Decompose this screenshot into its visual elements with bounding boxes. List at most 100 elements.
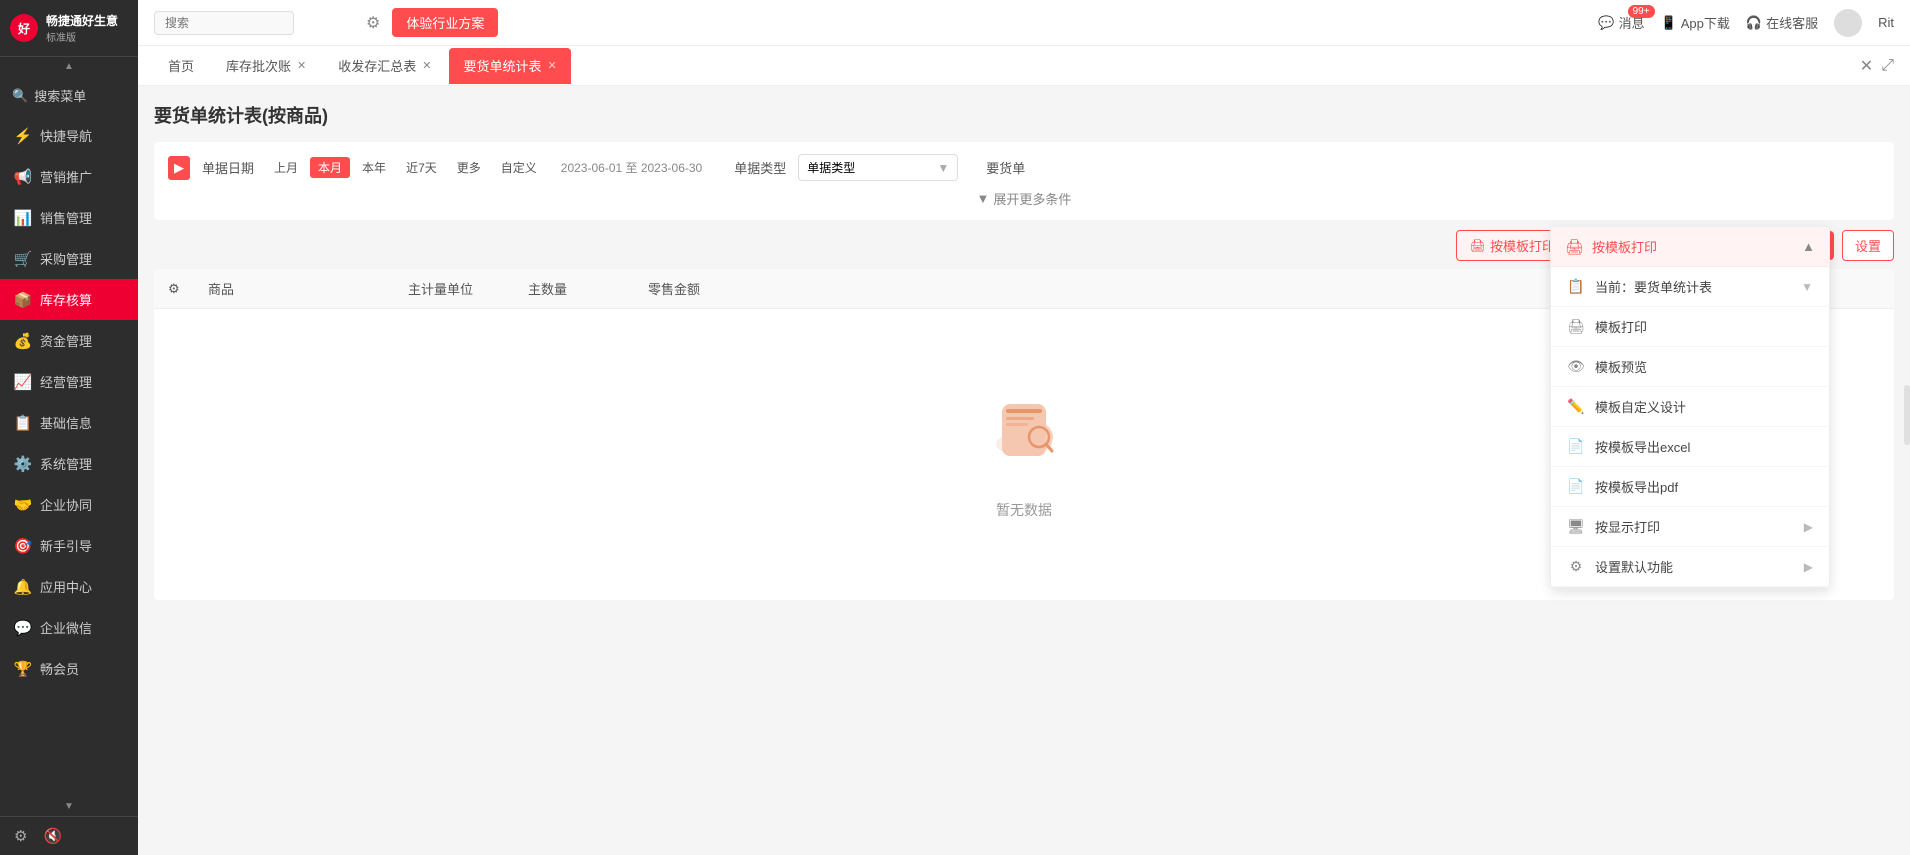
table-header-goods: 商品 — [208, 279, 408, 298]
app-logo: 好 畅捷通好生意 标准版 — [10, 12, 128, 44]
footer-mute-icon[interactable]: 🔇 — [43, 827, 62, 845]
online-service-button[interactable]: 🎧 在线客服 — [1746, 13, 1818, 32]
dropdown-icon-default-func: ⚙ — [1567, 558, 1585, 575]
dropdown-icon-export-pdf: 📄 — [1567, 478, 1585, 495]
sidebar-item-sales[interactable]: 📊销售管理 — [0, 197, 138, 238]
nav-icon-system: ⚙️ — [14, 455, 32, 473]
sidebar-item-purchase[interactable]: 🛒 采购管理 — [0, 238, 138, 279]
dropdown-label-template-print: 模板打印 — [1595, 317, 1813, 336]
sidebar-item-finance[interactable]: 💰资金管理 — [0, 320, 138, 361]
nav-label-wechat: 企业微信 — [40, 618, 92, 637]
tab-bar: 首页库存批次账✕收发存汇总表✕要货单统计表✕ ✕ ⤢ — [138, 46, 1910, 86]
nav-icon-collab: 🤝 — [14, 496, 32, 514]
date-btn-last-7[interactable]: 近7天 — [398, 157, 445, 178]
date-btn-custom[interactable]: 自定义 — [493, 157, 545, 178]
nav-label-operations: 经营管理 — [40, 372, 92, 391]
expand-filter-button[interactable]: ▼ 展开更多条件 — [977, 189, 1072, 208]
dropdown-item-template-print[interactable]: 🖨 模板打印 — [1551, 307, 1829, 347]
order-type-select[interactable]: 单据类型 ▼ — [798, 154, 958, 181]
topbar-right: 💬 消息 99+ 📱 App下载 🎧 在线客服 Rit — [1598, 9, 1894, 37]
right-scrollbar[interactable] — [1904, 385, 1910, 445]
date-btn-last-month[interactable]: 上月 — [266, 157, 306, 178]
sidebar-scroll-down[interactable]: ▼ — [0, 797, 138, 816]
sidebar-item-quick-nav[interactable]: ⚡ 快捷导航 — [0, 115, 138, 156]
sidebar-item-collab[interactable]: 🤝 企业协同 — [0, 484, 138, 525]
tab-close-inventory-batch[interactable]: ✕ — [297, 59, 306, 72]
tabs-end: ✕ ⤢ — [1860, 56, 1894, 76]
dropdown-item-template-preview[interactable]: 👁 模板预览 — [1551, 347, 1829, 387]
date-btn-this-month[interactable]: 本月 — [310, 157, 350, 178]
user-avatar[interactable] — [1834, 9, 1862, 37]
dropdown-label-template-preview: 模板预览 — [1595, 357, 1813, 376]
sidebar-item-wechat[interactable]: 💬企业微信 — [0, 607, 138, 648]
nav-icon-purchase: 🛒 — [14, 250, 32, 268]
sidebar-item-marketing[interactable]: 📢 营销推广 — [0, 156, 138, 197]
sidebar-item-guide[interactable]: 🎯新手引导 — [0, 525, 138, 566]
dropdown-item-export-excel[interactable]: 📄按模板导出excel — [1551, 427, 1829, 467]
close-tab-button[interactable]: ✕ — [1860, 56, 1873, 76]
sidebar-item-inventory[interactable]: 📦库存核算 — [0, 279, 138, 320]
tab-close-order-stats[interactable]: ✕ — [548, 59, 557, 72]
dropdown-item-display-print[interactable]: 🖥按显示打印▶ — [1551, 507, 1829, 547]
order-type-value: 单据类型 — [807, 159, 855, 176]
nav-icon-quick-nav: ⚡ — [14, 127, 32, 145]
trial-button[interactable]: 体验行业方案 — [392, 8, 498, 37]
app-download-button[interactable]: 📱 App下载 — [1661, 13, 1730, 32]
message-badge: 99+ — [1628, 5, 1655, 18]
nav-label-collab: 企业协同 — [40, 495, 92, 514]
dropdown-item-export-pdf[interactable]: 📄 按模板导出pdf — [1551, 467, 1829, 507]
tab-order-stats[interactable]: 要货单统计表✕ — [449, 48, 570, 84]
dropdown-title-block: 🖨 按模板打印 — [1565, 237, 1657, 256]
sidebar-item-operations[interactable]: 📈经营管理 — [0, 361, 138, 402]
search-input[interactable] — [154, 11, 294, 35]
filter-toggle-btn[interactable]: ▶ — [168, 156, 190, 180]
current-arrow-icon: ▼ — [1801, 280, 1813, 294]
dropdown-item-template-design[interactable]: ✏️模板自定义设计 — [1551, 387, 1829, 427]
nav-label-system: 系统管理 — [40, 454, 92, 473]
filter-bar: ▶ 单据日期 上月本月本年近7天更多自定义 2023-06-01 至 2023-… — [154, 142, 1894, 220]
sidebar-item-appstore[interactable]: 🔔应用中心 — [0, 566, 138, 607]
dropdown-title: 按模板打印 — [1592, 237, 1657, 256]
nav-label-marketing: 营销推广 — [40, 167, 92, 186]
sidebar-scroll-up[interactable]: ▲ — [0, 57, 138, 76]
sidebar-search[interactable]: 🔍 搜索菜单 — [0, 76, 138, 115]
settings-icon[interactable]: ⚙ — [366, 13, 380, 33]
date-btn-more[interactable]: 更多 — [449, 157, 489, 178]
table-header-settings: ⚙ — [168, 281, 208, 297]
date-btn-this-year[interactable]: 本年 — [354, 157, 394, 178]
dropdown-icon-template-print: 🖨 — [1567, 318, 1585, 335]
dropdown-arrow-display-print: ▶ — [1804, 520, 1813, 534]
nav-label-quick-nav: 快捷导航 — [40, 126, 92, 145]
current-template-icon: 📋 — [1567, 278, 1585, 295]
dropdown-header: 🖨 按模板打印 ▲ — [1551, 227, 1829, 267]
print-icon: 🖨 — [1469, 238, 1486, 254]
sidebar-item-member[interactable]: 🏆畅会员 — [0, 648, 138, 689]
footer-settings-icon[interactable]: ⚙ — [14, 827, 27, 845]
nav-icon-marketing: 📢 — [14, 168, 32, 186]
dropdown-current-item[interactable]: 📋 当前：要货单统计表 ▼ — [1551, 267, 1829, 307]
tab-recv-summary[interactable]: 收发存汇总表✕ — [324, 48, 445, 84]
dropdown-label-export-pdf: 按模板导出pdf — [1595, 477, 1813, 496]
nav-icon-guide: 🎯 — [14, 537, 32, 555]
dropdown-icon-template-preview: 👁 — [1567, 358, 1585, 375]
nav-label-purchase: 采购管理 — [40, 249, 92, 268]
date-filter-label: 单据日期 — [202, 158, 254, 177]
app-download-icon: 📱 — [1661, 15, 1677, 31]
username-label: Rit — [1878, 15, 1894, 30]
dropdown-item-default-func[interactable]: ⚙设置默认功能▶ — [1551, 547, 1829, 587]
tab-inventory-batch[interactable]: 库存批次账✕ — [212, 48, 320, 84]
topbar-search-container — [154, 11, 354, 35]
tab-home[interactable]: 首页 — [154, 48, 208, 84]
sidebar-header: 好 畅捷通好生意 标准版 — [0, 0, 138, 57]
dropdown-up-icon[interactable]: ▲ — [1802, 239, 1815, 254]
tab-close-recv-summary[interactable]: ✕ — [422, 59, 431, 72]
settings-action-button[interactable]: 设置 — [1842, 230, 1894, 261]
print-dropdown-menu: 🖨 按模板打印 ▲ 📋 当前：要货单统计表 ▼ 🖨 模板打印 👁 模板预览 ✏️模板自定… — [1550, 226, 1830, 588]
sidebar-item-basic[interactable]: 📋基础信息 — [0, 402, 138, 443]
nav-label-inventory: 库存核算 — [40, 290, 92, 309]
sidebar-item-system[interactable]: ⚙️ 系统管理 — [0, 443, 138, 484]
maximize-button[interactable]: ⤢ — [1881, 56, 1894, 76]
nav-label-member: 畅会员 — [40, 659, 79, 678]
table-header-unit: 主计量单位 — [408, 279, 528, 298]
message-button[interactable]: 💬 消息 99+ — [1598, 13, 1644, 32]
